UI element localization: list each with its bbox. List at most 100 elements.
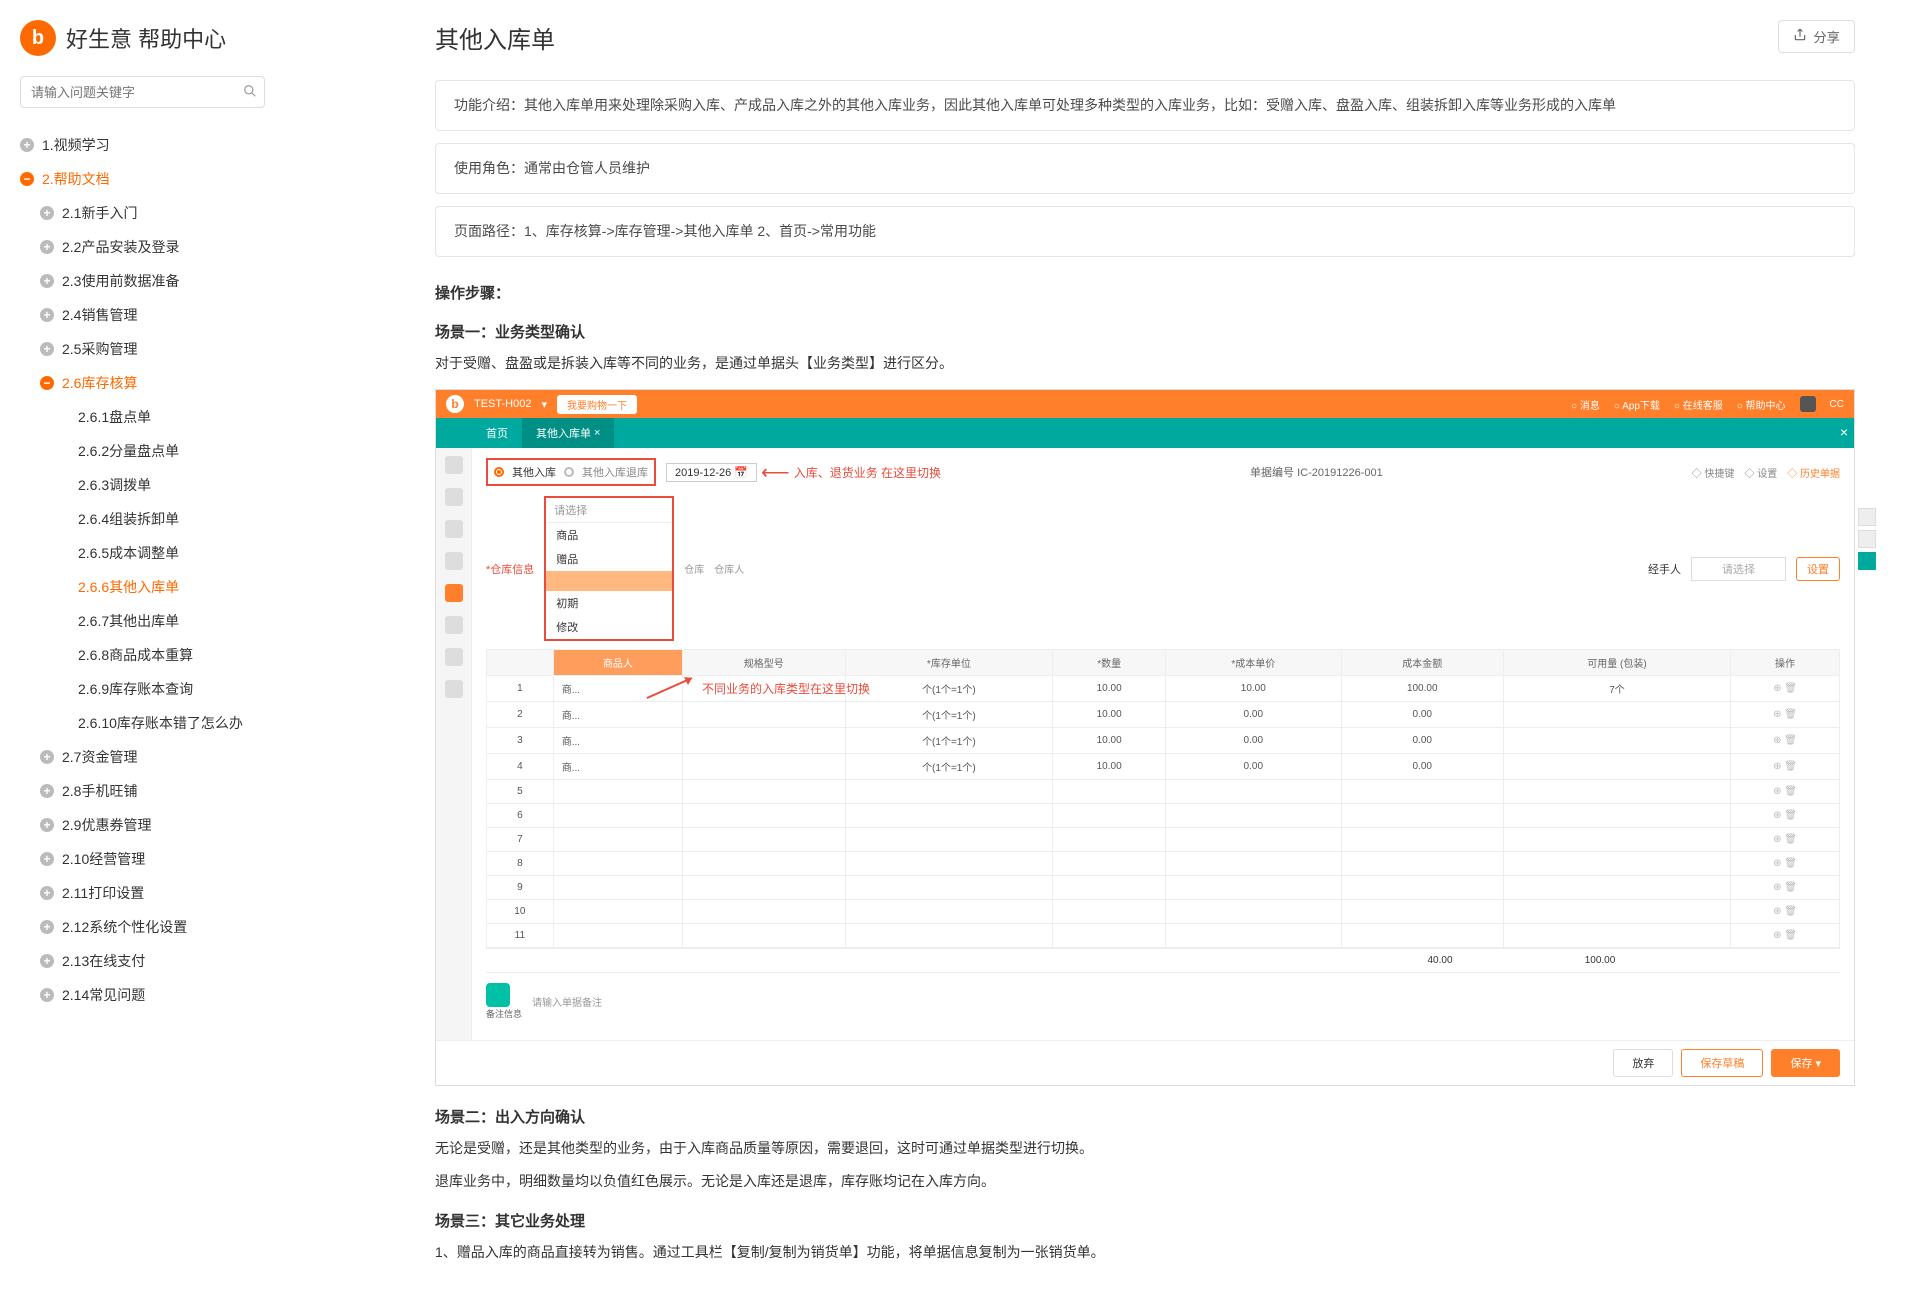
sidebar-item[interactable]: 2.6.3调拨单 xyxy=(20,468,265,502)
sidebar-item[interactable]: 2.6.6其他入库单 xyxy=(20,570,265,604)
table-header: *库存单位 xyxy=(845,650,1053,676)
sidebar-item-label: 2.1新手入门 xyxy=(62,203,137,223)
sidebar-item[interactable]: 2.6.2分量盘点单 xyxy=(20,434,265,468)
sidebar-item[interactable]: 2.6.8商品成本重算 xyxy=(20,638,265,672)
sidebar-item[interactable]: +2.1新手入门 xyxy=(20,196,265,230)
sidebar-item-label: 2.6.8商品成本重算 xyxy=(78,645,193,665)
share-button[interactable]: 分享 xyxy=(1778,20,1855,53)
sidebar-item-label: 2.6.5成本调整单 xyxy=(78,543,179,563)
plus-icon: + xyxy=(40,818,54,832)
info-role: 使用角色：通常由仓管人员维护 xyxy=(435,143,1855,194)
table-header: 可用量 (包装) xyxy=(1503,650,1730,676)
sidebar-item-label: 2.6.9库存账本查询 xyxy=(78,679,193,699)
sidebar-item[interactable]: +2.12系统个性化设置 xyxy=(20,910,265,944)
sidebar-item[interactable]: +2.9优惠券管理 xyxy=(20,808,265,842)
sidebar-item[interactable]: +2.5采购管理 xyxy=(20,332,265,366)
search-input[interactable] xyxy=(20,76,265,108)
table-row: 4商...个(1个=1个)10.000.000.00⊕ 🗑 xyxy=(487,754,1840,780)
main-header: 其他入库单 分享 xyxy=(435,20,1855,55)
table-header: 成本金额 xyxy=(1341,650,1503,676)
sidebar-item[interactable]: 2.6.9库存账本查询 xyxy=(20,672,265,706)
page-title: 其他入库单 xyxy=(435,20,555,55)
avatar-icon xyxy=(1800,396,1816,412)
sidebar-item-label: 2.6.10库存账本错了怎么办 xyxy=(78,713,243,733)
mock-top-link: ○ 帮助中心 xyxy=(1737,397,1786,412)
sidebar-item[interactable]: +1.视频学习 xyxy=(20,128,265,162)
rail-icon xyxy=(445,648,463,666)
sidebar-item-label: 2.5采购管理 xyxy=(62,339,137,359)
sidebar-item[interactable]: +2.10经营管理 xyxy=(20,842,265,876)
table-row: 9⊕ 🗑 xyxy=(487,876,1840,900)
sidebar-item[interactable]: +2.14常见问题 xyxy=(20,978,265,1012)
mock-topbar: b TEST-H002 ▾ 我要购物一下 ○ 消息○ App下载○ 在线客服○ … xyxy=(436,390,1854,418)
share-icon xyxy=(1793,28,1807,45)
sidebar-item[interactable]: +2.4销售管理 xyxy=(20,298,265,332)
mock-link: ◇ 设置 xyxy=(1744,465,1777,480)
sidebar-item[interactable]: +2.2产品安装及登录 xyxy=(20,230,265,264)
plus-icon: + xyxy=(40,988,54,1002)
sidebar-item-label: 2.13在线支付 xyxy=(62,951,145,971)
sidebar-item[interactable]: +2.13在线支付 xyxy=(20,944,265,978)
mock-date: 2019-12-26 📅 xyxy=(666,463,757,482)
sidebar-item-label: 2.6.1盘点单 xyxy=(78,407,151,427)
sidebar-item[interactable]: 2.6.4组装拆卸单 xyxy=(20,502,265,536)
sidebar-item[interactable]: −2.帮助文档 xyxy=(20,162,265,196)
table-header: 商品人 xyxy=(553,650,682,676)
plus-icon: + xyxy=(40,308,54,322)
sidebar-item[interactable]: +2.8手机旺铺 xyxy=(20,774,265,808)
rail-icon-active xyxy=(445,584,463,602)
mock-tabs: 首页 其他入库单 × × xyxy=(436,418,1854,448)
sidebar-item[interactable]: −2.6库存核算 xyxy=(20,366,265,400)
mock-footer: 放弃 保存草稿 保存 ▾ xyxy=(436,1040,1854,1085)
tool-icon xyxy=(1858,508,1876,526)
mock-tab-home: 首页 xyxy=(472,418,522,448)
sidebar-item[interactable]: 2.6.7其他出库单 xyxy=(20,604,265,638)
sidebar-item[interactable]: +2.11打印设置 xyxy=(20,876,265,910)
dropdown-item: 赠品 xyxy=(546,547,672,571)
mock-doc-no: 单据编号 IC-20191226-001 xyxy=(1250,464,1383,480)
table-header xyxy=(487,650,554,676)
main-content: 其他入库单 分享 功能介绍：其他入库单用来处理除采购入库、产成品入库之外的其他入… xyxy=(285,0,1885,1304)
sidebar-item[interactable]: +2.7资金管理 xyxy=(20,740,265,774)
mock-btn-cancel: 放弃 xyxy=(1613,1049,1673,1077)
arrow-icon: ⟵ xyxy=(761,460,790,485)
plus-icon: + xyxy=(40,206,54,220)
info-intro: 功能介绍：其他入库单用来处理除采购入库、产成品入库之外的其他入库业务，因此其他入… xyxy=(435,80,1855,131)
plus-icon: + xyxy=(40,240,54,254)
table-header: *成本单价 xyxy=(1166,650,1341,676)
scenario2-p1: 无论是受赠，还是其他类型的业务，由于入库商品质量等原因，需要退回，这时可通过单据… xyxy=(435,1137,1855,1159)
mock-top-link: ○ 在线客服 xyxy=(1674,397,1723,412)
annotation-1: 入库、退货业务 在这里切换 xyxy=(794,464,941,481)
dropdown-item: 修改 xyxy=(546,615,672,639)
sidebar-item[interactable]: +2.3使用前数据准备 xyxy=(20,264,265,298)
share-label: 分享 xyxy=(1813,27,1840,46)
sidebar-item-label: 2.3使用前数据准备 xyxy=(62,271,179,291)
scenario2-p2: 退库业务中，明细数量均以负值红色展示。无论是入库还是退库，库存账均记在入库方向。 xyxy=(435,1170,1855,1192)
search-box xyxy=(20,76,265,108)
plus-icon: + xyxy=(40,920,54,934)
mock-top-link: CC xyxy=(1830,399,1844,410)
info-path: 页面路径：1、库存核算->库存管理->其他入库单 2、首页->常用功能 xyxy=(435,206,1855,257)
plus-icon: + xyxy=(40,886,54,900)
sidebar-item[interactable]: 2.6.5成本调整单 xyxy=(20,536,265,570)
table-row: 3商...个(1个=1个)10.000.000.00⊕ 🗑 xyxy=(487,728,1840,754)
logo: b 好生意 帮助中心 xyxy=(20,20,265,56)
rail-icon xyxy=(445,552,463,570)
sidebar-item-label: 2.2产品安装及登录 xyxy=(62,237,179,257)
rail-icon xyxy=(445,680,463,698)
sidebar-item[interactable]: 2.6.1盘点单 xyxy=(20,400,265,434)
table-row: 10⊕ 🗑 xyxy=(487,900,1840,924)
mock-tab-active: 其他入库单 × xyxy=(522,418,614,448)
sidebar-item-label: 2.14常见问题 xyxy=(62,985,145,1005)
mock-right-tools xyxy=(1858,508,1876,570)
mock-top-button: 我要购物一下 xyxy=(557,395,637,414)
search-icon[interactable] xyxy=(243,84,257,101)
plus-icon: + xyxy=(40,342,54,356)
rail-icon xyxy=(445,456,463,474)
close-icon: × xyxy=(1840,424,1848,440)
sidebar-item-label: 2.11打印设置 xyxy=(62,883,144,903)
sidebar-item-label: 2.4销售管理 xyxy=(62,305,137,325)
sidebar-item[interactable]: 2.6.10库存账本错了怎么办 xyxy=(20,706,265,740)
logo-text: 好生意 帮助中心 xyxy=(66,22,226,54)
rail-icon xyxy=(445,488,463,506)
